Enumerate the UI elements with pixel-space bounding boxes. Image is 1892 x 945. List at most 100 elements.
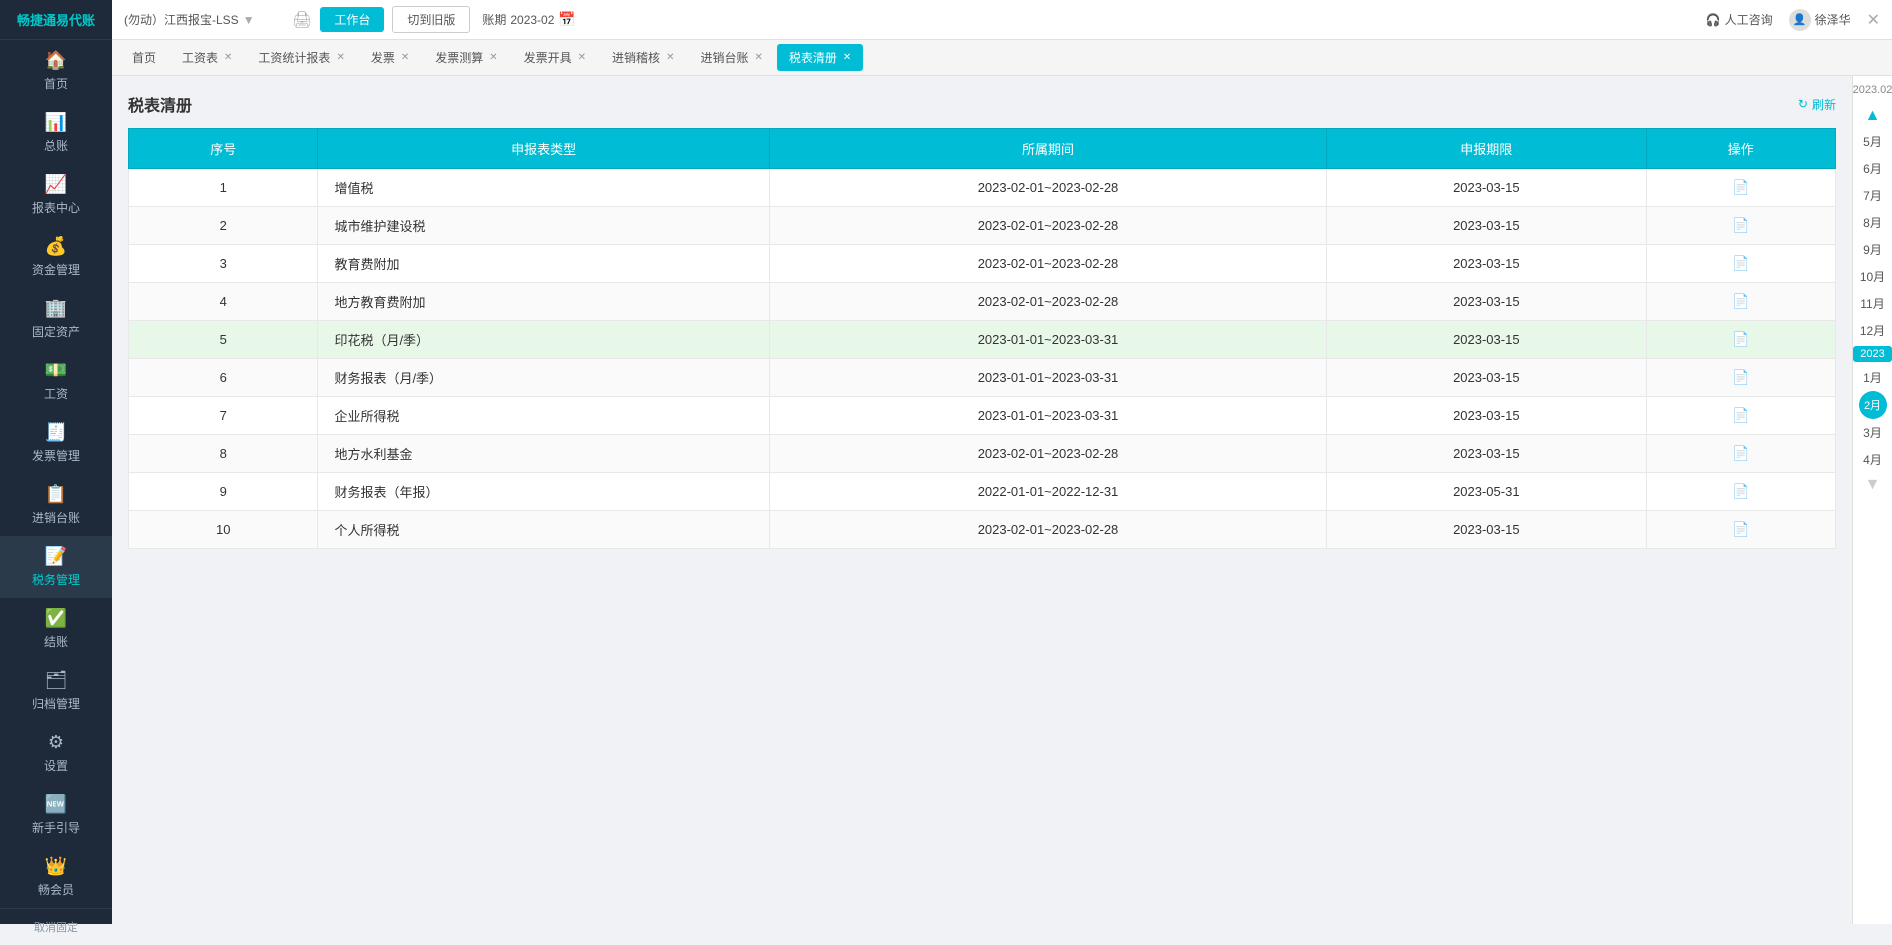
tab-invoice[interactable]: 发票 ✕ (359, 44, 421, 71)
panel-month-7[interactable]: 7月 (1853, 182, 1892, 209)
period-label: 账期 (482, 11, 506, 28)
unpin-button[interactable]: 取消固定 (0, 908, 112, 945)
table-row: 3 教育费附加 2023-02-01~2023-02-28 2023-03-15… (129, 245, 1836, 283)
topbar: (勿动）江西报宝-LSS ▼ 🖨 工作台 切到旧版 账期 2023-02 📅 🎧… (112, 0, 1892, 40)
cell-action[interactable]: 📄 (1646, 321, 1835, 359)
sidebar-item-label: 工资 (44, 385, 68, 402)
action-icon[interactable]: 📄 (1732, 179, 1749, 195)
cell-action[interactable]: 📄 (1646, 359, 1835, 397)
tab-home[interactable]: 首页 (120, 44, 168, 71)
panel-month-11[interactable]: 11月 (1853, 290, 1892, 317)
period-selector[interactable]: 账期 2023-02 📅 (482, 11, 576, 28)
close-tab-invoice[interactable]: ✕ (401, 52, 409, 63)
sidebar-item-label: 总账 (44, 137, 68, 154)
tax-icon: 📝 (45, 546, 67, 567)
close-tab-purchase-audit[interactable]: ✕ (666, 52, 674, 63)
sidebar-item-guide[interactable]: 🆕 新手引导 (0, 784, 112, 846)
cell-action[interactable]: 📄 (1646, 473, 1835, 511)
tab-purchase-audit[interactable]: 进销稽核 ✕ (600, 44, 686, 71)
panel-month-5[interactable]: 5月 (1853, 128, 1892, 155)
panel-month-1[interactable]: 1月 (1853, 364, 1892, 391)
panel-month-4[interactable]: 4月 (1853, 446, 1892, 473)
cell-deadline: 2023-03-15 (1327, 435, 1646, 473)
action-icon[interactable]: 📄 (1732, 331, 1749, 347)
sidebar-item-home[interactable]: 🏠 首页 (0, 40, 112, 102)
cell-action[interactable]: 📄 (1646, 207, 1835, 245)
sidebar-item-salary[interactable]: 💵 工资 (0, 350, 112, 412)
cell-action[interactable]: 📄 (1646, 435, 1835, 473)
table-header-row: 序号 申报表类型 所属期间 申报期限 操作 (129, 129, 1836, 169)
sidebar-item-settings[interactable]: ⚙ 设置 (0, 722, 112, 784)
ledger-icon: 📊 (45, 112, 67, 133)
close-tab-invoice-calc[interactable]: ✕ (489, 52, 497, 63)
panel-month-3[interactable]: 3月 (1853, 419, 1892, 446)
tab-salary-table[interactable]: 工资表 ✕ (170, 44, 244, 71)
tax-table: 序号 申报表类型 所属期间 申报期限 操作 1 增值税 2023-02-01~2… (128, 128, 1836, 549)
cell-period: 2023-01-01~2023-03-31 (769, 321, 1326, 359)
tab-invoice-issue-label: 发票开具 (524, 49, 572, 66)
sidebar-item-purchase-sales[interactable]: 📋 进销台账 (0, 474, 112, 536)
panel-month-8[interactable]: 8月 (1853, 209, 1892, 236)
close-window-icon[interactable]: ✕ (1867, 10, 1880, 30)
workbench-button[interactable]: 工作台 (320, 7, 384, 32)
action-icon[interactable]: 📄 (1732, 217, 1749, 233)
date-panel: 2023.02 ▲ 5月 6月 7月 8月 9月 10月 11月 12月 202… (1852, 76, 1892, 924)
close-tab-purchase-ledger[interactable]: ✕ (754, 52, 762, 63)
action-icon[interactable]: 📄 (1732, 521, 1749, 537)
guide-icon: 🆕 (45, 794, 67, 815)
tab-tax-register[interactable]: 税表清册 ✕ (777, 44, 863, 71)
user-profile[interactable]: 👤 徐泽华 (1789, 9, 1851, 31)
panel-month-12[interactable]: 12月 (1853, 317, 1892, 344)
close-tab-salary[interactable]: ✕ (224, 52, 232, 63)
cell-action[interactable]: 📄 (1646, 511, 1835, 549)
panel-month-9[interactable]: 9月 (1853, 236, 1892, 263)
panel-month-10[interactable]: 10月 (1853, 263, 1892, 290)
sidebar-item-label: 首页 (44, 75, 68, 92)
page-content: 税表清册 ↻ 刷新 序号 申报表类型 所属期间 申报期限 操作 (112, 76, 1852, 924)
sidebar-item-member[interactable]: 👑 畅会员 (0, 846, 112, 908)
cell-type: 教育费附加 (318, 245, 769, 283)
sidebar-item-report-center[interactable]: 📈 报表中心 (0, 164, 112, 226)
sidebar-item-archive[interactable]: 🗂 归档管理 (0, 660, 112, 722)
action-icon[interactable]: 📄 (1732, 407, 1749, 423)
sidebar-item-fixed-assets[interactable]: 🏢 固定资产 (0, 288, 112, 350)
tab-purchase-ledger[interactable]: 进销台账 ✕ (688, 44, 774, 71)
switch-old-button[interactable]: 切到旧版 (392, 6, 470, 33)
sidebar-item-funds[interactable]: 💰 资金管理 (0, 226, 112, 288)
panel-down-button[interactable]: ▼ (1859, 473, 1887, 497)
sidebar-item-tax[interactable]: 📝 税务管理 (0, 536, 112, 598)
cell-action[interactable]: 📄 (1646, 397, 1835, 435)
cell-action[interactable]: 📄 (1646, 169, 1835, 207)
tab-salary-stats[interactable]: 工资统计报表 ✕ (246, 44, 356, 71)
action-icon[interactable]: 📄 (1732, 483, 1749, 499)
close-tab-salary-stats[interactable]: ✕ (336, 52, 344, 63)
cell-action[interactable]: 📄 (1646, 283, 1835, 321)
table-row: 8 地方水利基金 2023-02-01~2023-02-28 2023-03-1… (129, 435, 1836, 473)
close-tab-tax-register[interactable]: ✕ (843, 52, 851, 63)
company-selector[interactable]: (勿动）江西报宝-LSS ▼ (124, 11, 284, 28)
cell-type: 财务报表（月/季） (318, 359, 769, 397)
cell-action[interactable]: 📄 (1646, 245, 1835, 283)
panel-month-6[interactable]: 6月 (1853, 155, 1892, 182)
panel-month-2-active[interactable]: 2月 (1859, 391, 1887, 419)
page-title: 税表清册 (128, 92, 192, 116)
tab-invoice-issue[interactable]: 发票开具 ✕ (512, 44, 598, 71)
ai-consult-button[interactable]: 🎧 人工咨询 (1706, 11, 1773, 28)
table-row: 2 城市维护建设税 2023-02-01~2023-02-28 2023-03-… (129, 207, 1836, 245)
cell-period: 2023-01-01~2023-03-31 (769, 359, 1326, 397)
panel-up-button[interactable]: ▲ (1859, 104, 1887, 128)
sidebar-item-ledger[interactable]: 📊 总账 (0, 102, 112, 164)
refresh-button[interactable]: ↻ 刷新 (1798, 96, 1836, 113)
close-tab-invoice-issue[interactable]: ✕ (578, 52, 586, 63)
sidebar-item-close-accounts[interactable]: ✅ 结账 (0, 598, 112, 660)
col-action: 操作 (1646, 129, 1835, 169)
sidebar-item-invoice[interactable]: 🧾 发票管理 (0, 412, 112, 474)
print-icon[interactable]: 🖨 (292, 10, 312, 30)
action-icon[interactable]: 📄 (1732, 293, 1749, 309)
action-icon[interactable]: 📄 (1732, 369, 1749, 385)
col-no: 序号 (129, 129, 318, 169)
tab-invoice-calc[interactable]: 发票测算 ✕ (423, 44, 509, 71)
cell-deadline: 2023-03-15 (1327, 207, 1646, 245)
action-icon[interactable]: 📄 (1732, 255, 1749, 271)
action-icon[interactable]: 📄 (1732, 445, 1749, 461)
